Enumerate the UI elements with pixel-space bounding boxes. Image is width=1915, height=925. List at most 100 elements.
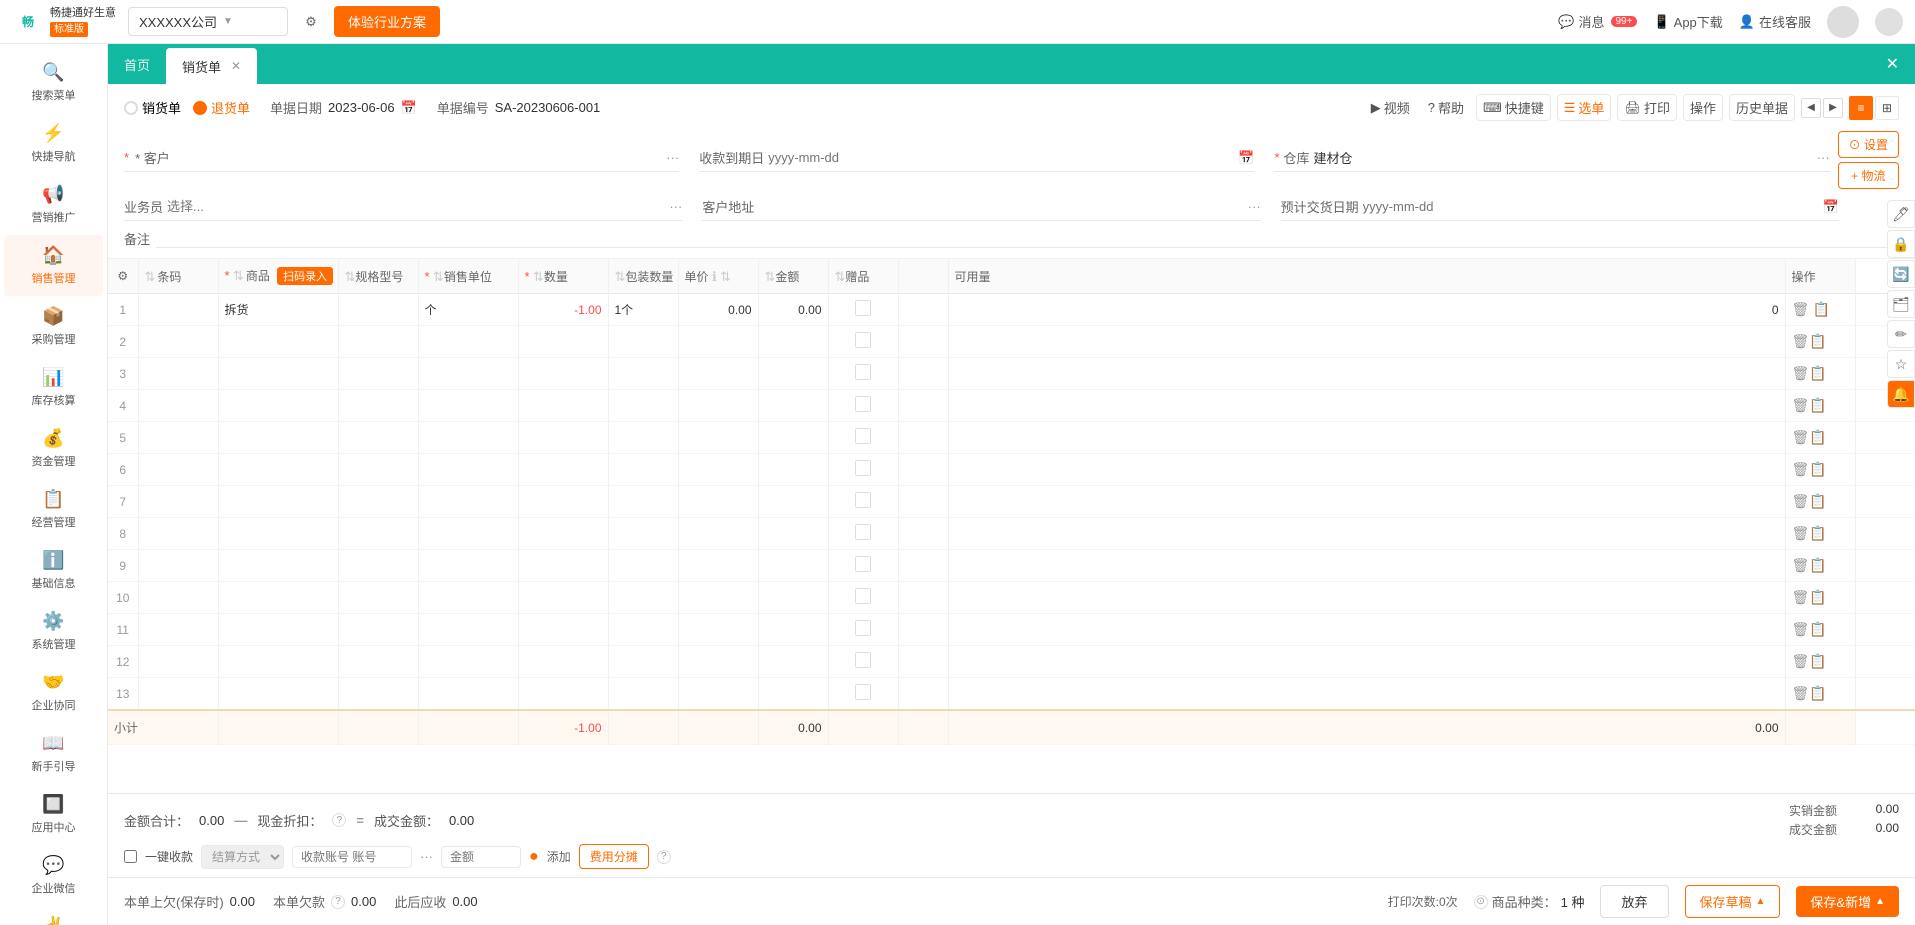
- avatar[interactable]: [1827, 6, 1859, 38]
- delete-row-7-icon[interactable]: 🗑: [1792, 493, 1810, 509]
- save-draft-button[interactable]: 保存草稿 ▲: [1685, 885, 1781, 918]
- salesperson-dots[interactable]: ···: [669, 199, 682, 214]
- payment-amount-input[interactable]: [441, 846, 521, 868]
- sidebar-item-appstore[interactable]: 🔲 应用中心: [0, 784, 107, 845]
- customer-dots[interactable]: ···: [666, 150, 679, 165]
- avatar-2[interactable]: [1875, 8, 1903, 36]
- tab-home[interactable]: 首页: [108, 44, 166, 84]
- grid-view-btn[interactable]: ⊞: [1875, 96, 1899, 120]
- operate-action[interactable]: 操作: [1683, 94, 1723, 121]
- online-service-button[interactable]: 👤 在线客服: [1739, 12, 1811, 31]
- due-date-calendar-icon[interactable]: 📅: [1238, 150, 1254, 166]
- right-tool-folder-icon[interactable]: 🗂: [1887, 290, 1915, 318]
- list-view-btn[interactable]: ≡: [1849, 96, 1873, 120]
- expense-help-icon[interactable]: ?: [657, 850, 671, 864]
- th-gear[interactable]: ⚙: [108, 259, 138, 294]
- next-record-btn[interactable]: ▶: [1823, 98, 1843, 118]
- sort-icon-price[interactable]: ⇅: [720, 269, 731, 284]
- select-order-action[interactable]: ☰ 选单: [1557, 94, 1612, 121]
- gift-checkbox-8[interactable]: [855, 524, 871, 540]
- right-tool-refresh-icon[interactable]: 🔄: [1887, 260, 1915, 288]
- scan-button[interactable]: 扫码录入: [277, 267, 333, 285]
- copy-row-6-icon[interactable]: 📋: [1809, 461, 1826, 477]
- sort-icon-qty[interactable]: ⇅: [533, 269, 544, 284]
- message-button[interactable]: 💬 消息 99+: [1558, 12, 1637, 31]
- history-action[interactable]: 历史单据: [1729, 94, 1795, 121]
- delete-row-4-icon[interactable]: 🗑: [1792, 397, 1810, 413]
- tab-bar-close-icon[interactable]: ✕: [1878, 56, 1907, 73]
- address-dots[interactable]: ···: [1248, 199, 1261, 214]
- gift-checkbox-2[interactable]: [855, 332, 871, 348]
- expense-split-button[interactable]: 费用分摊: [579, 844, 649, 869]
- discard-button[interactable]: 放弃: [1600, 885, 1668, 918]
- delete-row-1-icon[interactable]: 🗑: [1792, 301, 1810, 317]
- copy-row-4-icon[interactable]: 📋: [1809, 397, 1826, 413]
- row-spec-1[interactable]: [338, 294, 418, 326]
- gift-checkbox-13[interactable]: [855, 684, 871, 700]
- sort-icon[interactable]: ⇅: [145, 269, 156, 284]
- delete-row-8-icon[interactable]: 🗑: [1792, 525, 1810, 541]
- sidebar-item-guide[interactable]: 📖 新手引导: [0, 723, 107, 784]
- help-action[interactable]: ? 帮助: [1422, 95, 1470, 120]
- row-gift-1[interactable]: [828, 294, 898, 326]
- sidebar-item-wechat[interactable]: 💬 企业微信: [0, 845, 107, 906]
- copy-row-10-icon[interactable]: 📋: [1809, 589, 1826, 605]
- delete-row-3-icon[interactable]: 🗑: [1792, 365, 1810, 381]
- sidebar-item-enterprise[interactable]: 🤝 企业协同: [0, 662, 107, 723]
- remark-input[interactable]: [156, 230, 1899, 248]
- product-types-icon[interactable]: ⊙: [1474, 895, 1488, 909]
- gift-checkbox-3[interactable]: [855, 364, 871, 380]
- radio-return-order[interactable]: 退货单: [193, 98, 250, 117]
- radio-sales-order[interactable]: 销货单: [124, 98, 181, 117]
- row-qty-1[interactable]: -1.00: [518, 294, 608, 326]
- tab-sales-order[interactable]: 销货单 ✕: [166, 48, 257, 84]
- row-barcode-1[interactable]: [138, 294, 218, 326]
- gift-checkbox-4[interactable]: [855, 396, 871, 412]
- copy-row-2-icon[interactable]: 📋: [1809, 333, 1826, 349]
- customer-input[interactable]: [174, 150, 662, 165]
- add-icon[interactable]: ●: [529, 848, 539, 866]
- sidebar-item-inventory[interactable]: 📊 库存核算: [0, 357, 107, 418]
- gift-checkbox-9[interactable]: [855, 556, 871, 572]
- delete-row-9-icon[interactable]: 🗑: [1792, 557, 1810, 573]
- sidebar-item-purchase[interactable]: 📦 采购管理: [0, 296, 107, 357]
- tab-close-icon[interactable]: ✕: [231, 59, 241, 73]
- right-tool-lock-icon[interactable]: 🔒: [1887, 230, 1915, 258]
- copy-row-12-icon[interactable]: 📋: [1809, 653, 1826, 669]
- copy-row-11-icon[interactable]: 📋: [1809, 621, 1826, 637]
- sidebar-item-system[interactable]: ⚙️ 系统管理: [0, 601, 107, 662]
- trial-button[interactable]: 体验行业方案: [334, 6, 440, 37]
- copy-row-7-icon[interactable]: 📋: [1809, 493, 1826, 509]
- delete-row-11-icon[interactable]: 🗑: [1792, 621, 1810, 637]
- sidebar-item-finance[interactable]: 💰 资金管理: [0, 418, 107, 479]
- delete-row-2-icon[interactable]: 🗑: [1792, 333, 1810, 349]
- salesperson-input[interactable]: [167, 199, 665, 214]
- sidebar-item-basic-info[interactable]: ℹ️ 基础信息: [0, 540, 107, 601]
- delete-row-13-icon[interactable]: 🗑: [1792, 685, 1810, 701]
- settings-button[interactable]: ⊙ 设置: [1838, 131, 1899, 158]
- row-amount-1[interactable]: 0.00: [758, 294, 828, 326]
- warehouse-dots[interactable]: ···: [1817, 150, 1830, 165]
- sidebar-item-marketing[interactable]: 📢 营销推广: [0, 174, 107, 235]
- copy-row-5-icon[interactable]: 📋: [1809, 429, 1826, 445]
- app-download-button[interactable]: 📱 App下载: [1653, 12, 1722, 31]
- copy-row-8-icon[interactable]: 📋: [1809, 525, 1826, 541]
- print-action[interactable]: 🖨 打印: [1617, 94, 1677, 121]
- gift-checkbox-10[interactable]: [855, 588, 871, 604]
- gift-checkbox-6[interactable]: [855, 460, 871, 476]
- row-price-1[interactable]: 0.00: [678, 294, 758, 326]
- calendar-icon[interactable]: 📅: [401, 100, 417, 116]
- row-pack-qty-1[interactable]: 1个: [608, 294, 678, 326]
- row-unit-1[interactable]: 个: [418, 294, 518, 326]
- address-input[interactable]: [758, 199, 1243, 214]
- due-date-input[interactable]: [768, 150, 1234, 165]
- right-tool-orange-icon[interactable]: 🔔: [1887, 380, 1915, 408]
- sort-icon-amount[interactable]: ⇅: [765, 269, 776, 284]
- sidebar-item-quick-nav[interactable]: ⚡ 快捷导航: [0, 113, 107, 174]
- gift-checkbox-1[interactable]: [855, 300, 871, 316]
- one-click-payment-checkbox[interactable]: [124, 850, 137, 863]
- save-new-button[interactable]: 保存&新增 ▲: [1796, 886, 1899, 917]
- sort-icon-product[interactable]: ⇅: [233, 268, 244, 283]
- delete-row-6-icon[interactable]: 🗑: [1792, 461, 1810, 477]
- copy-row-1-icon[interactable]: 📋: [1813, 301, 1830, 317]
